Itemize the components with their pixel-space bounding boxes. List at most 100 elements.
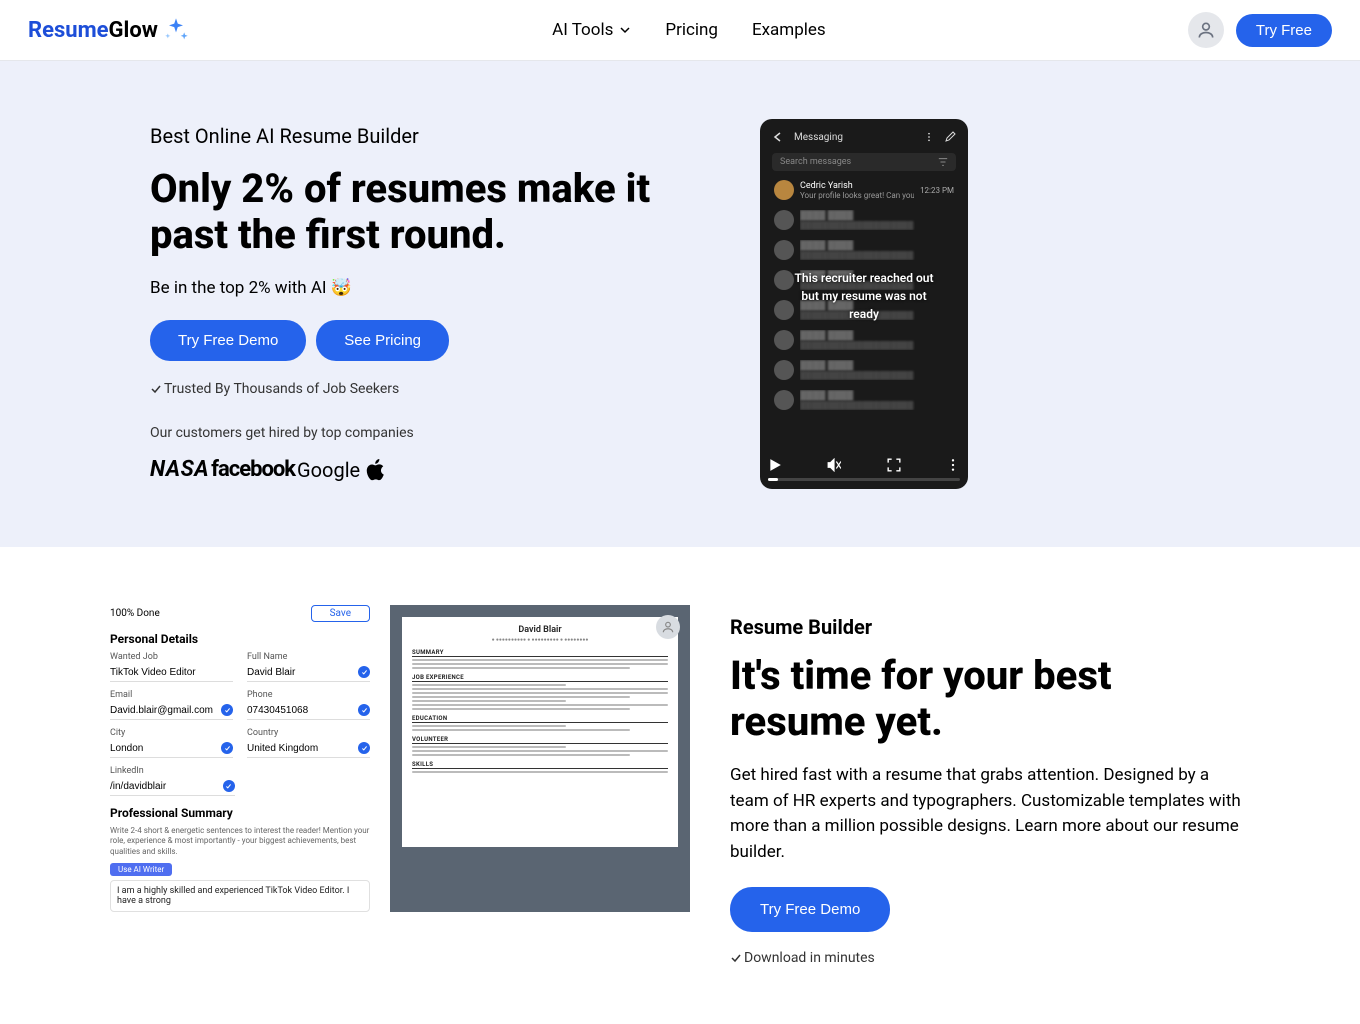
message-time: 12:23 PM <box>920 186 954 195</box>
nav-ai-tools[interactable]: AI Tools <box>552 20 631 40</box>
hero: Best Online AI Resume Builder Only 2% of… <box>0 61 1360 547</box>
check-badge-icon <box>358 742 370 754</box>
video-progress[interactable] <box>768 478 960 481</box>
video-caption: This recruiter reached out but my resume… <box>760 269 968 323</box>
message-item-blur: ████ ████████████████████████ <box>766 385 962 415</box>
nav-ai-tools-label: AI Tools <box>552 20 613 40</box>
phone-input[interactable] <box>247 702 370 720</box>
trust-line: Trusted By Thousands of Job Seekers <box>150 381 670 397</box>
header-right: Try Free <box>1188 12 1332 48</box>
hero-title: Only 2% of resumes make it past the firs… <box>150 166 670 258</box>
phone-header: Messaging <box>766 125 962 149</box>
resume-sec-summary: SUMMARY <box>412 649 668 657</box>
try-demo-button[interactable]: Try Free Demo <box>150 320 306 361</box>
resume-avatar[interactable] <box>656 615 680 639</box>
logo-text-secondary: Glow <box>109 18 158 43</box>
check-badge-icon <box>223 780 235 792</box>
demo-phone: Messaging Search messages Cedric Yarish … <box>760 119 968 489</box>
wanted-job-input[interactable] <box>110 664 233 682</box>
message-item-blur: ████ ████████████████████████ <box>766 205 962 235</box>
user-icon <box>661 620 675 634</box>
trust-text: Trusted By Thousands of Job Seekers <box>164 381 399 397</box>
search-placeholder: Search messages <box>780 157 851 167</box>
fullname-label: Full Name <box>247 652 370 662</box>
try-free-button[interactable]: Try Free <box>1236 14 1332 47</box>
back-arrow-icon[interactable] <box>772 131 784 143</box>
company-logos: NASA facebook Google <box>150 455 670 485</box>
account-avatar[interactable] <box>1188 12 1224 48</box>
email-input[interactable] <box>110 702 233 720</box>
resume-sec-vol: VOLUNTEER <box>412 736 668 744</box>
fullname-input[interactable] <box>247 664 370 682</box>
resume-document: David Blair ● ●●●●●●●●●● ● ●●●●●●●●● ● ●… <box>402 617 678 847</box>
hero-content: Best Online AI Resume Builder Only 2% of… <box>150 124 670 485</box>
mute-icon[interactable] <box>827 458 841 472</box>
check-icon <box>730 952 742 964</box>
more-vert-icon[interactable] <box>946 458 960 472</box>
message-avatar <box>774 180 794 200</box>
message-item-blur: ████ ████████████████████████ <box>766 325 962 355</box>
message-item-blur: ████ ████████████████████████ <box>766 355 962 385</box>
check-badge-icon <box>221 742 233 754</box>
summary-text[interactable]: I am a highly skilled and experienced Ti… <box>110 880 370 912</box>
hired-text: Our customers get hired by top companies <box>150 425 670 441</box>
country-input[interactable] <box>247 740 370 758</box>
builder-title: It's time for your best resume yet. <box>730 653 1250 745</box>
message-item[interactable]: Cedric Yarish Your profile looks great! … <box>766 175 962 205</box>
wanted-job-label: Wanted Job <box>110 652 233 662</box>
builder-eyebrow: Resume Builder <box>730 615 1250 639</box>
nav-pricing[interactable]: Pricing <box>665 20 718 40</box>
check-icon <box>150 383 162 395</box>
compose-icon[interactable] <box>944 131 956 143</box>
download-text: Download in minutes <box>744 950 875 966</box>
phone-title: Messaging <box>794 132 843 143</box>
summary-heading: Professional Summary <box>110 806 370 820</box>
resume-sec-skills: SKILLS <box>412 761 668 769</box>
message-name: Cedric Yarish <box>800 181 914 191</box>
city-label: City <box>110 728 233 738</box>
save-button[interactable]: Save <box>311 605 370 622</box>
resume-name: David Blair <box>412 625 668 635</box>
nav-examples[interactable]: Examples <box>752 20 826 40</box>
message-preview: Your profile looks great! Can you send o… <box>800 191 914 200</box>
builder-desc: Get hired fast with a resume that grabs … <box>730 763 1250 865</box>
country-label: Country <box>247 728 370 738</box>
phone-label: Phone <box>247 690 370 700</box>
video-controls <box>760 450 968 489</box>
ai-writer-button[interactable]: Use AI Writer <box>110 863 172 876</box>
user-icon <box>1196 20 1216 40</box>
sparkle-icon <box>162 16 190 44</box>
builder-section: 100% Done Save Personal Details Wanted J… <box>0 547 1360 1024</box>
resume-sec-edu: EDUCATION <box>412 715 668 723</box>
message-item-blur: ████ ████████████████████████ <box>766 235 962 265</box>
check-badge-icon <box>358 666 370 678</box>
check-badge-icon <box>221 704 233 716</box>
chevron-down-icon <box>619 24 631 36</box>
email-label: Email <box>110 690 233 700</box>
google-logo: Google <box>297 458 360 482</box>
progress-text: 100% Done <box>110 608 160 619</box>
builder-preview: 100% Done Save Personal Details Wanted J… <box>110 605 690 912</box>
logo[interactable]: ResumeGlow <box>28 16 190 44</box>
linkedin-input[interactable] <box>110 778 235 796</box>
apple-logo-icon <box>362 455 388 485</box>
play-icon[interactable] <box>768 458 782 472</box>
nasa-logo: NASA <box>150 457 209 482</box>
filter-icon <box>938 157 948 167</box>
resume-preview: David Blair ● ●●●●●●●●●● ● ●●●●●●●●● ● ●… <box>390 605 690 912</box>
hero-subtitle: Be in the top 2% with AI 🤯 <box>150 278 670 298</box>
builder-copy: Resume Builder It's time for your best r… <box>730 605 1250 966</box>
city-input[interactable] <box>110 740 233 758</box>
logo-text-primary: Resume <box>28 18 109 43</box>
facebook-logo: facebook <box>211 457 295 482</box>
fullscreen-icon[interactable] <box>887 458 901 472</box>
check-badge-icon <box>358 704 370 716</box>
more-icon[interactable] <box>924 132 934 142</box>
download-line: Download in minutes <box>730 950 1250 966</box>
hero-eyebrow: Best Online AI Resume Builder <box>150 124 670 148</box>
builder-demo-button[interactable]: Try Free Demo <box>730 887 890 932</box>
nav: AI Tools Pricing Examples <box>552 20 826 40</box>
header: ResumeGlow AI Tools Pricing Examples Try… <box>0 0 1360 61</box>
phone-search[interactable]: Search messages <box>772 153 956 171</box>
see-pricing-button[interactable]: See Pricing <box>316 320 449 361</box>
